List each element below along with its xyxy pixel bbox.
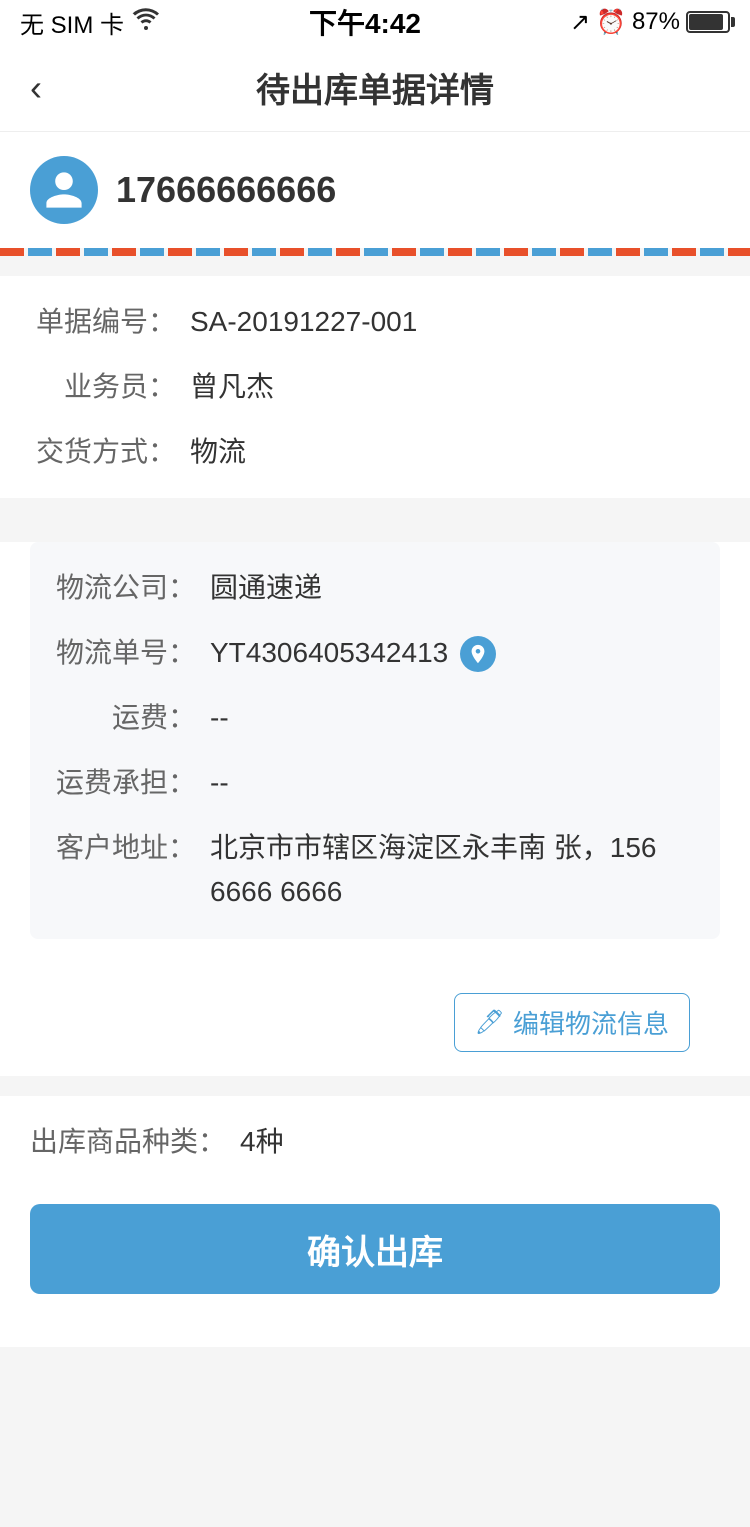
order-no-label: 单据编号： (30, 300, 190, 345)
address-value: 北京市市辖区海淀区永丰南 张，156 6666 6666 (210, 826, 700, 916)
section-gap-2 (0, 498, 750, 518)
edit-logistics-button[interactable]: 🖊 编辑物流信息 (454, 993, 690, 1052)
freight-value: -- (210, 696, 700, 741)
goods-type-row: 出库商品种类： 4种 (30, 1120, 720, 1165)
freight-label: 运费： (50, 696, 210, 741)
back-button[interactable]: ‹ (30, 67, 42, 109)
battery-icon (686, 11, 730, 33)
logistics-box: 物流公司： 圆通速递 物流单号： YT4306405342413 运费： -- (30, 542, 720, 939)
address-label: 客户地址： (50, 826, 210, 871)
edit-icon: 🖊 (475, 1008, 505, 1037)
customer-phone: 17666666666 (116, 169, 336, 211)
salesperson-value: 曾凡杰 (190, 365, 720, 410)
logistics-company-row: 物流公司： 圆通速递 (50, 566, 700, 611)
logistics-section: 物流公司： 圆通速递 物流单号： YT4306405342413 运费： -- (0, 542, 750, 1076)
tracking-no-label: 物流单号： (50, 631, 210, 676)
status-left: 无 SIM 卡 (20, 5, 160, 40)
wifi-icon (132, 8, 160, 37)
order-no-row: 单据编号： SA-20191227-001 (30, 300, 720, 345)
goods-type-label: 出库商品种类： (30, 1120, 240, 1165)
avatar (30, 156, 98, 224)
delivery-method-value: 物流 (190, 430, 720, 475)
tracking-no-row: 物流单号： YT4306405342413 (50, 631, 700, 676)
delivery-method-row: 交货方式： 物流 (30, 430, 720, 475)
freight-bear-label: 运费承担： (50, 761, 210, 806)
delivery-method-label: 交货方式： (30, 430, 190, 475)
section-gap-1 (0, 256, 750, 276)
location-service-icon: ↗ (570, 8, 590, 37)
salesperson-row: 业务员： 曾凡杰 (30, 365, 720, 410)
logistics-company-value: 圆通速递 (210, 566, 700, 611)
battery-percent: 87% (632, 8, 680, 36)
page-title: 待出库单据详情 (256, 63, 494, 112)
freight-bear-row: 运费承担： -- (50, 761, 700, 806)
address-row: 客户地址： 北京市市辖区海淀区永丰南 张，156 6666 6666 (50, 826, 700, 916)
status-right: ↗ ⏰ 87% (570, 8, 730, 37)
carrier-text: 无 SIM 卡 (20, 5, 124, 40)
order-info-card: 单据编号： SA-20191227-001 业务员： 曾凡杰 交货方式： 物流 (0, 276, 750, 498)
edit-btn-wrapper: 🖊 编辑物流信息 (0, 963, 750, 1076)
freight-row: 运费： -- (50, 696, 700, 741)
order-no-value: SA-20191227-001 (190, 300, 720, 345)
bottom-area: 确认出库 (0, 1184, 750, 1334)
confirm-outbound-button[interactable]: 确认出库 (30, 1204, 720, 1294)
tracking-no-value: YT4306405342413 (210, 631, 700, 676)
nav-bar: ‹ 待出库单据详情 (0, 44, 750, 132)
status-bar: 无 SIM 卡 下午4:42 ↗ ⏰ 87% (0, 0, 750, 44)
section-gap-3 (0, 1076, 750, 1096)
dashed-divider (0, 248, 750, 256)
freight-bear-value: -- (210, 761, 700, 806)
customer-header: 17666666666 (0, 132, 750, 248)
status-time: 下午4:42 (309, 2, 421, 42)
alarm-icon: ⏰ (596, 8, 626, 37)
track-location-icon[interactable] (460, 636, 496, 672)
logistics-company-label: 物流公司： (50, 566, 210, 611)
salesperson-label: 业务员： (30, 365, 190, 410)
goods-type-value: 4种 (240, 1120, 720, 1165)
